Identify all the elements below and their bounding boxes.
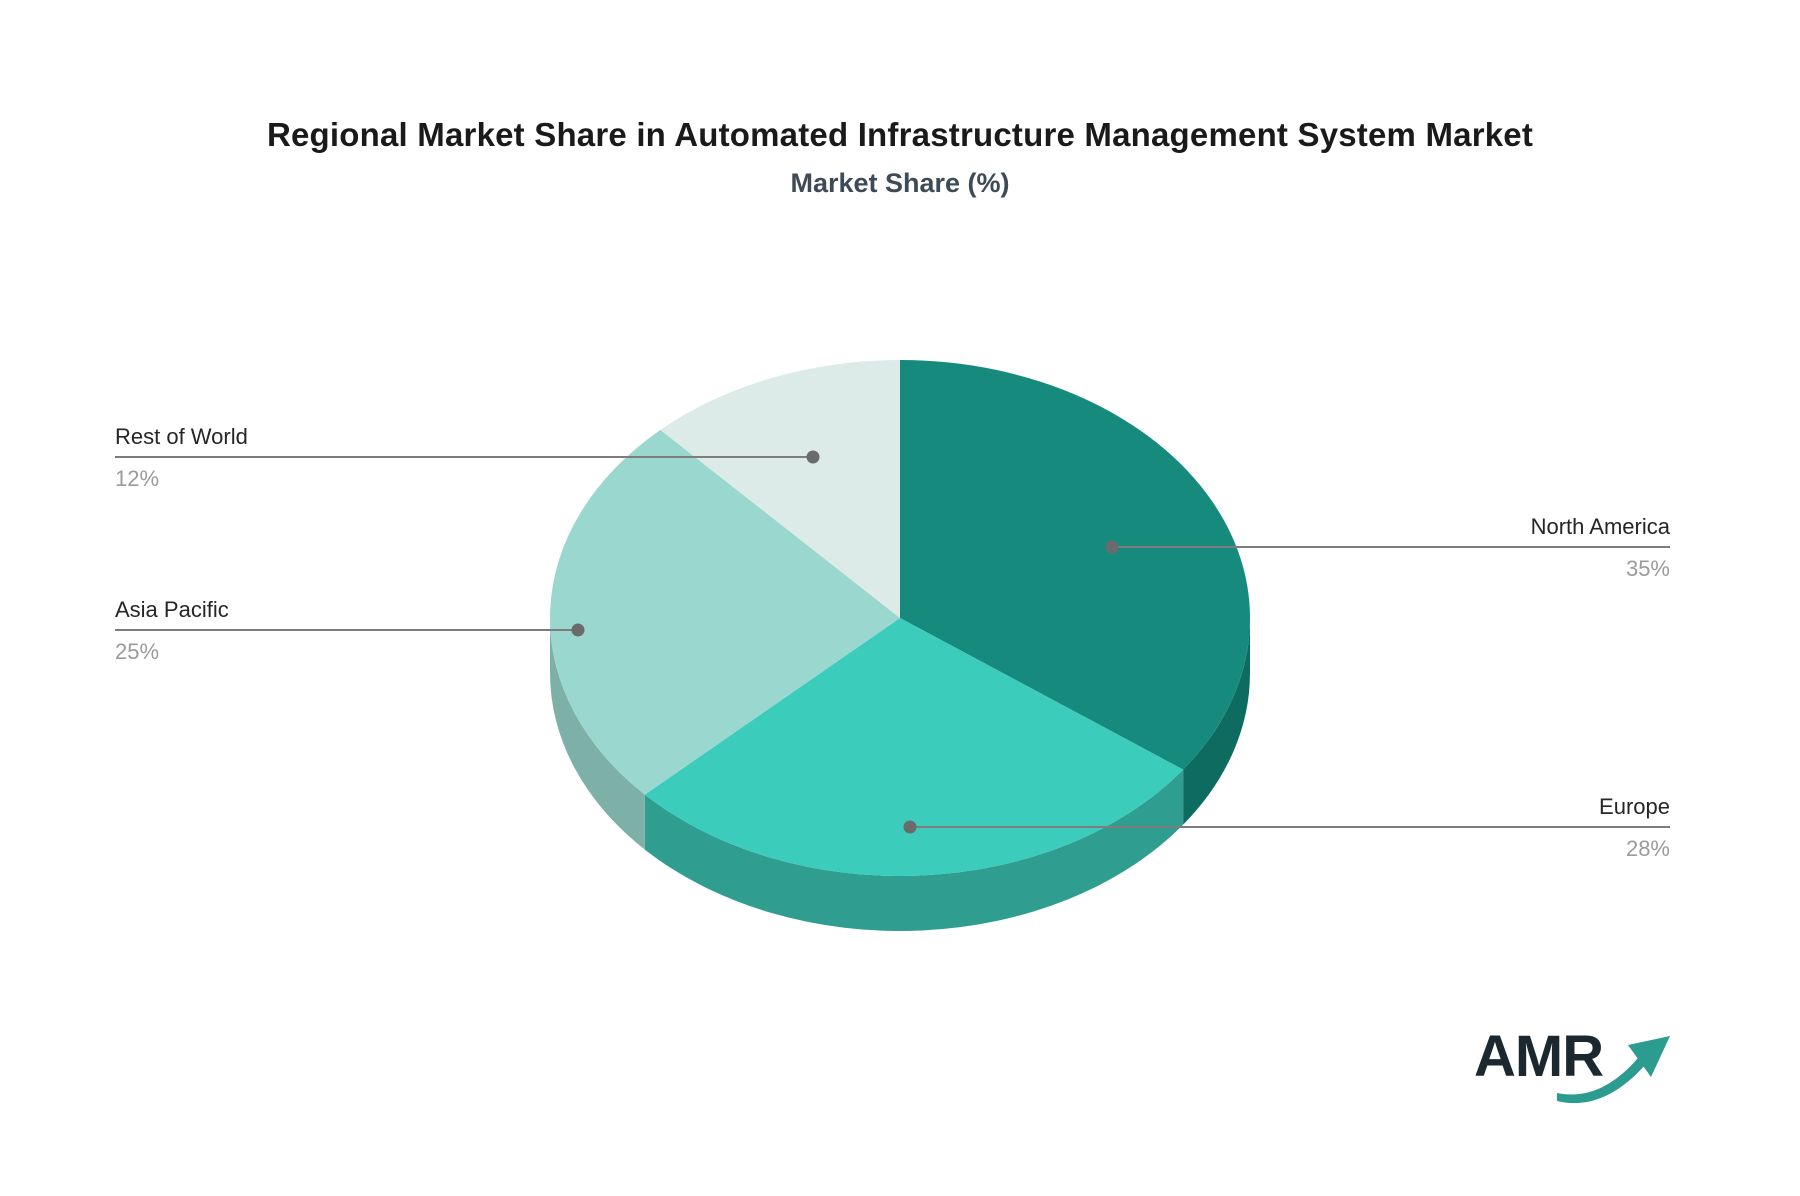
pie-chart: [0, 0, 1800, 1196]
callout-label-europe: Europe: [1599, 794, 1670, 820]
callout-label-rest-of-world: Rest of World: [115, 424, 248, 450]
amr-logo: AMR: [1474, 1026, 1694, 1116]
callout-value-rest-of-world: 12%: [115, 466, 159, 492]
leader-dot-rest-of-world: [807, 451, 820, 464]
callout-value-europe: 28%: [1626, 836, 1670, 862]
callout-label-north-america: North America: [1531, 514, 1670, 540]
leader-dot-asia-pacific: [572, 624, 585, 637]
growth-arrow-icon: [1556, 1032, 1674, 1112]
callout-value-asia-pacific: 25%: [115, 639, 159, 665]
callout-label-asia-pacific: Asia Pacific: [115, 597, 229, 623]
callout-value-north-america: 35%: [1626, 556, 1670, 582]
chart-canvas: Regional Market Share in Automated Infra…: [0, 0, 1800, 1196]
leader-dot-europe: [904, 821, 917, 834]
leader-dot-north-america: [1106, 541, 1119, 554]
